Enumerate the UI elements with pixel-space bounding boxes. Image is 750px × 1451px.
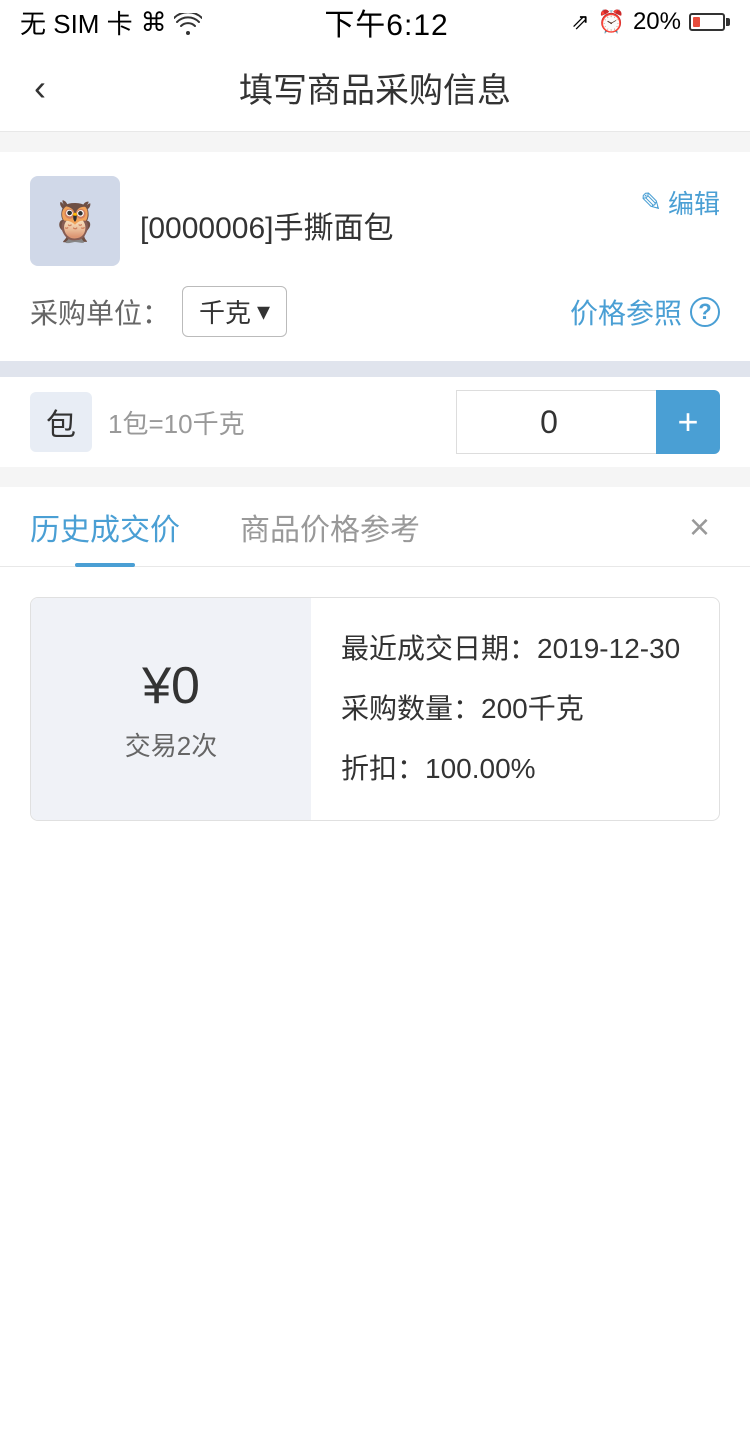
unit-label-text: 采购单位： xyxy=(30,292,170,332)
product-image-icon: 🦉 xyxy=(50,198,100,245)
back-button[interactable]: ‹ xyxy=(24,57,56,119)
product-unit-row: 采购单位： 千克 ▾ 价格参照 ? xyxy=(30,286,720,337)
battery-percent: 20% xyxy=(633,8,681,36)
qty-input-area: + xyxy=(456,390,720,454)
quantity-value: 200千克 xyxy=(481,693,584,724)
price-ref-button[interactable]: 价格参照 ? xyxy=(570,292,720,332)
discount-label: 折扣： xyxy=(341,753,425,784)
price-ref-label: 价格参照 xyxy=(570,292,682,332)
unit-dropdown-arrow: ▾ xyxy=(257,296,270,327)
status-bar: 无 SIM 卡 ⌘ 下午6:12 ⇗ ⏰ 20% xyxy=(0,0,750,44)
product-section: 🦉 [0000006]手撕面包 ✎ 编辑 采购单位： 千克 ▾ 价格参照 ? xyxy=(0,152,750,361)
status-time: 下午6:12 xyxy=(324,0,448,44)
tabs-header: 历史成交价 商品价格参考 × xyxy=(0,487,750,567)
wifi-icon: ⌘ xyxy=(141,7,202,38)
edit-button[interactable]: ✎ 编辑 xyxy=(640,184,720,221)
page-background xyxy=(0,851,750,1451)
product-left: 🦉 [0000006]手撕面包 xyxy=(30,176,393,266)
tabs-section: 历史成交价 商品价格参考 × ¥0 交易2次 最近成交日期：2019-12-30… xyxy=(0,487,750,851)
history-date-row: 最近成交日期：2019-12-30 xyxy=(341,628,689,670)
history-quantity-row: 采购数量：200千克 xyxy=(341,688,689,730)
tabs-list: 历史成交价 商品价格参考 xyxy=(30,487,420,567)
alarm-icon: ⏰ xyxy=(598,9,625,35)
price-symbol: ¥ xyxy=(142,657,171,715)
qty-unit-badge: 包 xyxy=(30,392,92,452)
nav-bar: ‹ 填写商品采购信息 xyxy=(0,44,750,132)
date-label: 最近成交日期： xyxy=(341,633,537,664)
product-name: [0000006]手撕面包 xyxy=(140,203,393,247)
unit-select[interactable]: 千克 ▾ xyxy=(182,286,287,337)
page-title: 填写商品采购信息 xyxy=(239,63,511,112)
history-card-left: ¥0 交易2次 xyxy=(31,598,311,820)
edit-icon: ✎ xyxy=(640,187,662,218)
carrier-text: 无 SIM 卡 xyxy=(20,4,133,41)
discount-value: 100.00% xyxy=(425,753,536,784)
status-left: 无 SIM 卡 ⌘ xyxy=(20,4,202,41)
section-divider xyxy=(0,361,750,377)
help-icon[interactable]: ? xyxy=(690,297,720,327)
history-card-right: 最近成交日期：2019-12-30 采购数量：200千克 折扣：100.00% xyxy=(311,598,719,820)
unit-value: 千克 xyxy=(199,293,251,330)
qty-input[interactable] xyxy=(456,390,656,454)
qty-plus-button[interactable]: + xyxy=(656,390,720,454)
tab-history-price[interactable]: 历史成交价 xyxy=(30,487,180,567)
location-icon: ⇗ xyxy=(571,9,589,35)
product-thumbnail: 🦉 xyxy=(30,176,120,266)
qty-left: 包 1包=10千克 xyxy=(30,392,245,452)
battery-icon xyxy=(689,13,730,31)
history-discount-row: 折扣：100.00% xyxy=(341,748,689,790)
quantity-row: 包 1包=10千克 + xyxy=(0,377,750,467)
price-value: 0 xyxy=(171,657,200,715)
history-card: ¥0 交易2次 最近成交日期：2019-12-30 采购数量：200千克 折扣：… xyxy=(30,597,720,821)
history-price: ¥0 xyxy=(142,656,200,716)
status-right: ⇗ ⏰ 20% xyxy=(571,8,730,36)
date-value: 2019-12-30 xyxy=(537,633,680,664)
edit-label: 编辑 xyxy=(668,184,720,221)
product-header: 🦉 [0000006]手撕面包 ✎ 编辑 xyxy=(30,176,720,266)
qty-conversion-text: 1包=10千克 xyxy=(108,404,245,441)
tabs-close-button[interactable]: × xyxy=(679,496,720,558)
tab-content: ¥0 交易2次 最近成交日期：2019-12-30 采购数量：200千克 折扣：… xyxy=(0,567,750,851)
history-transactions: 交易2次 xyxy=(125,726,217,763)
tab-product-price-ref[interactable]: 商品价格参考 xyxy=(240,487,420,567)
quantity-label: 采购数量： xyxy=(341,693,481,724)
